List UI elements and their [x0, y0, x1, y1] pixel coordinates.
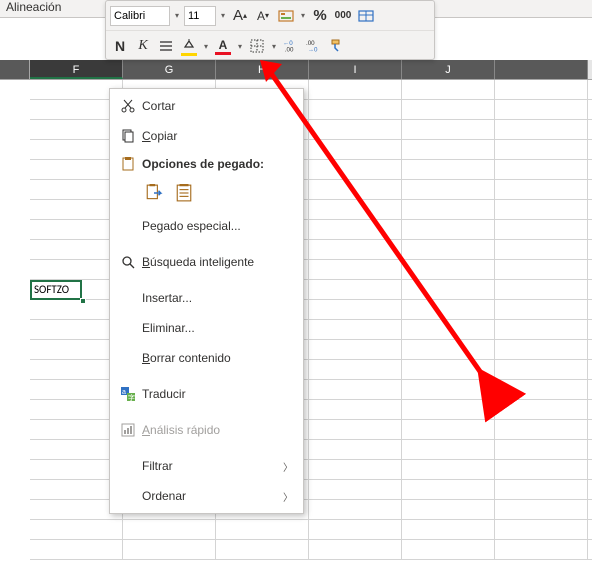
menu-cut-label: Cortar — [142, 99, 293, 113]
col-header-G[interactable]: G — [123, 60, 216, 79]
col-header-extra[interactable] — [495, 60, 588, 79]
quick-analysis-icon — [120, 422, 142, 438]
mini-toolbar: ▾ ▾ A▴ A▾ ▾ % 000 N K ▾ A ▾ ▾ ←0.00 .00→… — [105, 0, 435, 60]
column-headers: F G H I J — [0, 60, 592, 80]
menu-quick-analysis-label: Análisis rápidoAnálisis rápido — [142, 423, 293, 437]
paste-normal-button[interactable] — [142, 181, 166, 205]
menu-smart-lookup[interactable]: Búsqueda inteligenteBúsqueda inteligente — [110, 247, 303, 277]
font-size-input[interactable] — [184, 6, 216, 26]
borders-button[interactable] — [247, 35, 267, 57]
menu-paste-special[interactable]: Pegado especial... — [110, 211, 303, 241]
menu-clear[interactable]: Borrar contenidoBorrar contenido — [110, 343, 303, 373]
ribbon-tab-alineacion[interactable]: Alineación — [0, 0, 67, 16]
menu-sort[interactable]: Ordenar 〉 — [110, 481, 303, 511]
col-header-I[interactable]: I — [309, 60, 402, 79]
menu-paste-special-label: Pegado especial... — [142, 219, 293, 233]
paste-options-row — [110, 177, 303, 211]
menu-clear-label: Borrar contenidoBorrar contenido — [142, 351, 293, 365]
col-header-F[interactable]: F — [30, 60, 123, 79]
accounting-dropdown-icon[interactable]: ▾ — [299, 6, 307, 26]
translate-icon: a字 — [120, 386, 142, 402]
select-all-corner[interactable] — [0, 60, 30, 79]
clipboard-icon — [120, 156, 142, 172]
menu-translate-label: Traducir — [142, 387, 293, 401]
comma-style-button[interactable]: 000 — [333, 5, 353, 27]
menu-insert[interactable]: Insertar... — [110, 283, 303, 313]
col-header-J[interactable]: J — [402, 60, 495, 79]
chevron-right-icon: 〉 — [283, 459, 293, 474]
percent-button[interactable]: % — [310, 5, 330, 27]
font-color-dropdown-icon[interactable]: ▾ — [236, 36, 244, 56]
format-painter-button[interactable] — [327, 35, 347, 57]
menu-insert-label: Insertar... — [142, 291, 293, 305]
scissors-icon — [120, 98, 142, 114]
menu-translate[interactable]: a字 Traducir — [110, 379, 303, 409]
fill-color-button[interactable] — [179, 35, 199, 57]
menu-cut[interactable]: Cortar — [110, 91, 303, 121]
increase-decimal-button[interactable]: ←0.00 — [281, 35, 301, 57]
search-icon — [120, 254, 142, 270]
context-menu: Cortar CCopiaropiar Opciones de pegado: … — [109, 88, 304, 514]
fill-handle[interactable] — [80, 298, 86, 304]
menu-smart-lookup-label: Búsqueda inteligenteBúsqueda inteligente — [142, 255, 293, 269]
bold-button[interactable]: N — [110, 35, 130, 57]
decrease-font-button[interactable]: A▾ — [253, 5, 273, 27]
font-name-input[interactable] — [110, 6, 170, 26]
menu-paste-options-header: Opciones de pegado: — [110, 151, 303, 177]
accounting-format-button[interactable] — [276, 5, 296, 27]
align-button[interactable] — [156, 35, 176, 57]
increase-font-button[interactable]: A▴ — [230, 5, 250, 27]
borders-dropdown-icon[interactable]: ▾ — [270, 36, 278, 56]
chevron-right-icon: 〉 — [283, 489, 293, 504]
font-color-button[interactable]: A — [213, 35, 233, 57]
decrease-decimal-button[interactable]: .00→0 — [304, 35, 324, 57]
menu-delete[interactable]: Eliminar... — [110, 313, 303, 343]
font-name-dropdown-icon[interactable]: ▾ — [173, 6, 181, 26]
menu-quick-analysis: Análisis rápidoAnálisis rápido — [110, 415, 303, 445]
paste-values-button[interactable] — [172, 181, 196, 205]
svg-text:a: a — [122, 389, 126, 396]
svg-text:→0: →0 — [308, 46, 318, 53]
fill-color-dropdown-icon[interactable]: ▾ — [202, 36, 210, 56]
menu-filter[interactable]: Filtrar 〉 — [110, 451, 303, 481]
menu-filter-label: Filtrar — [142, 459, 283, 473]
copy-icon — [120, 128, 142, 144]
svg-text:字: 字 — [128, 393, 135, 402]
font-size-dropdown-icon[interactable]: ▾ — [219, 6, 227, 26]
menu-copy[interactable]: CCopiaropiar — [110, 121, 303, 151]
active-cell[interactable]: SOFTZO — [30, 280, 82, 300]
italic-button[interactable]: K — [133, 35, 153, 57]
format-table-button[interactable] — [356, 5, 376, 27]
svg-text:.00: .00 — [285, 46, 294, 53]
paste-options-label: Opciones de pegado: — [142, 157, 293, 171]
menu-sort-label: Ordenar — [142, 489, 283, 503]
menu-delete-label: Eliminar... — [142, 321, 293, 335]
col-header-H[interactable]: H — [216, 60, 309, 79]
menu-copy-label: CCopiaropiar — [142, 129, 293, 143]
